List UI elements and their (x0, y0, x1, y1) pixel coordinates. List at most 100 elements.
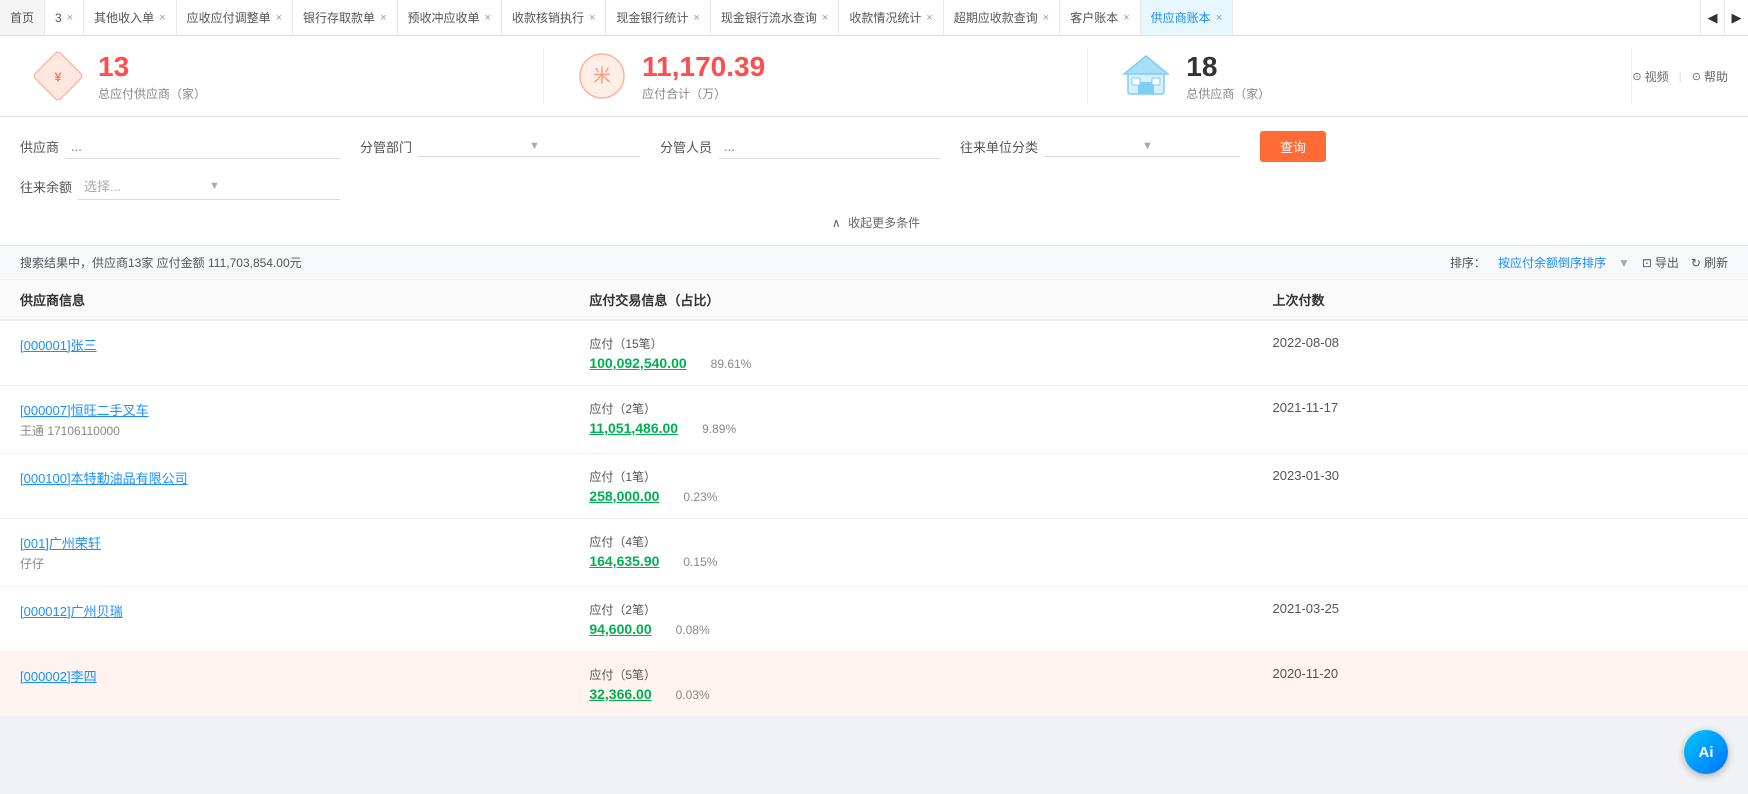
person-input[interactable] (718, 135, 940, 159)
payable-row-0: 100,092,540.00 89.61% (589, 355, 1272, 371)
payable-amount-0[interactable]: 100,092,540.00 (589, 355, 686, 371)
table-header: 供应商信息 应付交易信息（占比） 上次付数 (0, 280, 1748, 321)
nav-tab-prepay-label: 预收冲应收单 (408, 9, 480, 26)
nav-tab-prepay-close[interactable]: × (485, 12, 491, 24)
supplier-label: 供应商 (20, 137, 59, 156)
payable-amount-4[interactable]: 94,600.00 (589, 621, 651, 637)
payable-cell-1: 应付（2笔） 11,051,486.00 9.89% (589, 400, 1272, 436)
nav-tab-overdue-close[interactable]: × (1043, 12, 1049, 24)
link-divider: | (1679, 69, 1682, 83)
supplier-link-5[interactable]: [000002]李四 (20, 666, 589, 685)
svg-text:¥: ¥ (55, 70, 62, 84)
nav-tab-payment-stats[interactable]: 收款情况统计 × (839, 0, 943, 35)
nav-tab-cash-flow[interactable]: 现金银行流水查询 × (711, 0, 839, 35)
export-button[interactable]: ⊡ 导出 (1642, 254, 1679, 271)
filter-person: 分管人员 (660, 135, 940, 159)
filter-row-1: 供应商 分管部门 ▼ 分管人员 往来单位分类 ▼ 查询 (20, 131, 1728, 162)
nav-tab-prepay[interactable]: 预收冲应收单 × (398, 0, 502, 35)
table-container: 供应商信息 应付交易信息（占比） 上次付数 [000001]张三 应付（15笔）… (0, 280, 1748, 717)
supplier-input[interactable] (65, 135, 340, 159)
nav-tab-customer-ledger[interactable]: 客户账本 × (1060, 0, 1140, 35)
ai-badge[interactable]: Ai (1684, 730, 1728, 774)
nav-tab-payment-stats-close[interactable]: × (926, 12, 932, 24)
payable-cell-2: 应付（1笔） 258,000.00 0.23% (589, 468, 1272, 504)
stat-number-suppliers: 13 (98, 50, 206, 84)
query-button[interactable]: 查询 (1260, 131, 1326, 162)
payable-count-3: 应付（4笔） (589, 533, 1272, 550)
payable-amount-3[interactable]: 164,635.90 (589, 553, 659, 569)
last-pay-date-5: 2020-11-20 (1273, 666, 1339, 681)
nav-tab-cash-bank-stats[interactable]: 现金银行统计 × (606, 0, 710, 35)
stat-total-payable-suppliers: ¥ 13 总应付供应商（家） (20, 48, 544, 104)
nav-tab-collection[interactable]: 收款核销执行 × (502, 0, 606, 35)
nav-tab-supplier-ledger[interactable]: 供应商账本 × (1141, 0, 1233, 35)
nav-tab-collection-label: 收款核销执行 (512, 9, 584, 26)
nav-tab-home[interactable]: 首页 (0, 0, 45, 35)
supplier-link-1[interactable]: [000007]恒旺二手叉车 (20, 400, 589, 419)
stat-number-payable: 11,170.39 (642, 50, 765, 84)
nav-tab-cash-flow-close[interactable]: × (822, 12, 828, 24)
result-bar: 搜索结果中，供应商13家 应付金额 111,703,854.00元 排序： 按应… (0, 246, 1748, 280)
top-right-links: ⊙ 视频 | ⊙ 帮助 (1632, 68, 1728, 85)
nav-tab-bank-deposit-label: 银行存取款单 (303, 9, 375, 26)
sort-label: 排序： (1450, 254, 1486, 271)
nav-tab-cash-bank-stats-close[interactable]: × (693, 12, 699, 24)
balance-select[interactable]: 选择... ▼ (78, 172, 340, 200)
nav-tab-collection-close[interactable]: × (589, 12, 595, 24)
table-row: [000007]恒旺二手叉车 王通 17106110000 应付（2笔） 11,… (0, 386, 1748, 454)
nav-tab-home-label: 首页 (10, 9, 34, 26)
nav-tab-3[interactable]: 3 × (45, 0, 84, 35)
refresh-button[interactable]: ↻ 刷新 (1691, 254, 1728, 271)
nav-tab-overdue-label: 超期应收款查询 (954, 9, 1038, 26)
payable-percent-4: 0.08% (676, 623, 710, 637)
filter-row-2: 往来余额 选择... ▼ (20, 172, 340, 200)
nav-tab-other-income[interactable]: 其他收入单 × (84, 0, 176, 35)
sort-value[interactable]: 按应付余额倒序排序 (1498, 254, 1606, 271)
payable-amount-5[interactable]: 32,366.00 (589, 686, 651, 702)
payable-percent-1: 9.89% (702, 422, 736, 436)
payable-percent-0: 89.61% (711, 357, 752, 371)
help-link[interactable]: ⊙ 帮助 (1692, 68, 1728, 85)
payable-row-3: 164,635.90 0.15% (589, 553, 1272, 569)
nav-tab-bank-deposit[interactable]: 银行存取款单 × (293, 0, 397, 35)
dept-label: 分管部门 (360, 137, 412, 156)
col-header-supplier: 供应商信息 (20, 290, 589, 309)
refresh-icon: ↻ (1691, 256, 1701, 270)
nav-tab-cash-flow-label: 现金银行流水查询 (721, 9, 817, 26)
dept-select[interactable]: ▼ (418, 136, 640, 157)
supplier-cell-1: [000007]恒旺二手叉车 王通 17106110000 (20, 400, 589, 439)
nav-tab-3-close[interactable]: × (67, 12, 73, 24)
nav-tab-bank-deposit-close[interactable]: × (380, 12, 386, 24)
payable-percent-3: 0.15% (683, 555, 717, 569)
balance-select-value: 选择... (84, 176, 209, 195)
supplier-link-3[interactable]: [001]广州荣轩 (20, 533, 589, 552)
nav-next-arrow[interactable]: ▶ (1724, 0, 1748, 36)
nav-tab-overdue[interactable]: 超期应收款查询 × (944, 0, 1060, 35)
nav-tab-supplier-ledger-close[interactable]: × (1216, 12, 1222, 24)
supplier-link-2[interactable]: [000100]本特勤油品有限公司 (20, 468, 589, 487)
nav-tab-ar-adjustment[interactable]: 应收应付调整单 × (177, 0, 293, 35)
stat-total-suppliers: 18 总供应商（家） (1088, 48, 1632, 104)
payable-amount-2[interactable]: 258,000.00 (589, 488, 659, 504)
nav-tab-other-income-close[interactable]: × (159, 12, 165, 24)
unit-class-select[interactable]: ▼ (1044, 136, 1240, 157)
filter-collapse-btn[interactable]: ∧ 收起更多条件 (20, 210, 1728, 235)
supplier-link-4[interactable]: [000012]广州贝瑞 (20, 601, 589, 620)
stat-content-suppliers: 13 总应付供应商（家） (98, 50, 206, 103)
last-pay-date-4: 2021-03-25 (1273, 601, 1340, 616)
filter-unit-class: 往来单位分类 ▼ (960, 136, 1240, 157)
supplier-link-0[interactable]: [000001]张三 (20, 335, 589, 354)
nav-prev-arrow[interactable]: ◀ (1700, 0, 1724, 36)
table-row: [000002]李四 应付（5笔） 32,366.00 0.03% 2020-1… (0, 652, 1748, 717)
stat-payable-total: 米 11,170.39 应付合计（万） (544, 48, 1088, 104)
payable-amount-1[interactable]: 11,051,486.00 (589, 420, 678, 436)
stat-number-total-suppliers: 18 (1186, 50, 1270, 84)
nav-tab-ar-adjustment-close[interactable]: × (276, 12, 282, 24)
person-label: 分管人员 (660, 137, 712, 156)
nav-tab-customer-ledger-close[interactable]: × (1123, 12, 1129, 24)
balance-dropdown-arrow: ▼ (209, 180, 334, 192)
nav-tab-supplier-ledger-label: 供应商账本 (1151, 9, 1211, 26)
payable-cell-0: 应付（15笔） 100,092,540.00 89.61% (589, 335, 1272, 371)
payable-count-0: 应付（15笔） (589, 335, 1272, 352)
video-link[interactable]: ⊙ 视频 (1632, 68, 1668, 85)
